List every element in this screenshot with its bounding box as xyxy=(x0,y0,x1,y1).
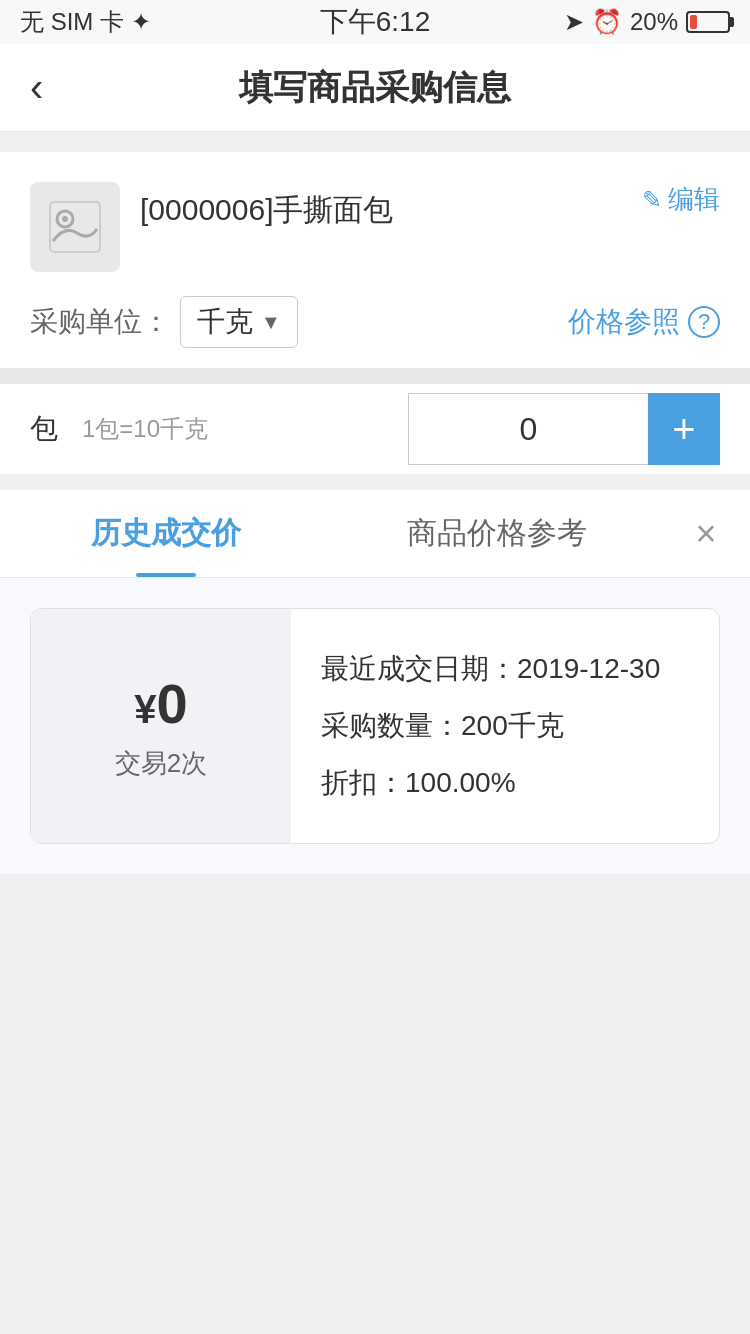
carrier-text: 无 SIM 卡 ✦ xyxy=(20,6,151,38)
unit-value: 千克 xyxy=(197,303,253,341)
tab-product-price-ref-label: 商品价格参考 xyxy=(407,513,587,554)
product-left: [0000006]手撕面包 xyxy=(30,182,393,272)
transaction-right: 最近成交日期：2019-12-30 采购数量：200千克 折扣：100.00% xyxy=(291,609,719,843)
discount-label: 折扣： xyxy=(321,767,405,798)
edit-button[interactable]: ✎ 编辑 xyxy=(642,182,720,217)
panel-tabs: 历史成交价 商品价格参考 × xyxy=(0,490,750,578)
qty-info-value: 200千克 xyxy=(461,710,564,741)
alarm-icon: ⏰ xyxy=(592,8,622,36)
status-bar: 无 SIM 卡 ✦ 下午6:12 ➤ ⏰ 20% xyxy=(0,0,750,44)
transaction-card: ¥0 交易2次 最近成交日期：2019-12-30 采购数量：200千克 折扣：… xyxy=(30,608,720,844)
product-name: [0000006]手撕面包 xyxy=(140,182,393,231)
transaction-count: 交易2次 xyxy=(115,746,207,781)
qty-row-info: 采购数量：200千克 xyxy=(321,706,689,745)
unit-area: 采购单位： 千克 ▼ xyxy=(30,296,298,348)
product-bottom: 采购单位： 千克 ▼ 价格参照 ? xyxy=(30,296,720,348)
tab-product-price-ref[interactable]: 商品价格参考 xyxy=(331,490,662,577)
svg-point-1 xyxy=(62,216,68,222)
quantity-row: 包 1包=10千克 + xyxy=(0,384,750,474)
tab-historical-price[interactable]: 历史成交价 xyxy=(0,490,331,577)
yuan-symbol: ¥ xyxy=(134,687,156,731)
unit-label: 采购单位： xyxy=(30,303,170,341)
svg-rect-2 xyxy=(50,202,100,252)
discount-row: 折扣：100.00% xyxy=(321,763,689,802)
product-card: [0000006]手撕面包 ✎ 编辑 采购单位： 千克 ▼ 价格参照 ? xyxy=(0,152,750,368)
help-icon: ? xyxy=(688,306,720,338)
quantity-input-wrap: + xyxy=(228,393,720,465)
section-divider xyxy=(0,368,750,384)
status-right: ➤ ⏰ 20% xyxy=(564,8,730,36)
back-button[interactable]: ‹ xyxy=(30,65,63,110)
quantity-conversion: 1包=10千克 xyxy=(82,413,208,445)
battery-text: 20% xyxy=(630,8,678,36)
unit-arrow-icon: ▼ xyxy=(261,311,281,334)
edit-icon: ✎ xyxy=(642,186,662,214)
recent-date-row: 最近成交日期：2019-12-30 xyxy=(321,649,689,688)
battery-icon xyxy=(686,11,730,33)
location-icon: ➤ xyxy=(564,8,584,36)
transaction-price: ¥0 xyxy=(134,671,187,736)
panel-close-button[interactable]: × xyxy=(662,490,750,577)
quantity-input[interactable] xyxy=(408,393,648,465)
price-value: 0 xyxy=(157,672,188,735)
price-reference-button[interactable]: 价格参照 ? xyxy=(568,303,720,341)
recent-date-value: 2019-12-30 xyxy=(517,653,660,684)
status-time: 下午6:12 xyxy=(320,3,431,41)
product-thumbnail xyxy=(30,182,120,272)
price-ref-label: 价格参照 xyxy=(568,303,680,341)
product-top: [0000006]手撕面包 ✎ 编辑 xyxy=(30,182,720,272)
edit-label: 编辑 xyxy=(668,182,720,217)
page-title: 填写商品采购信息 xyxy=(239,65,511,111)
discount-value: 100.00% xyxy=(405,767,516,798)
price-panel: 历史成交价 商品价格参考 × ¥0 交易2次 最近成交日期：2019-12-30… xyxy=(0,490,750,874)
panel-content: ¥0 交易2次 最近成交日期：2019-12-30 采购数量：200千克 折扣：… xyxy=(0,578,750,874)
unit-select[interactable]: 千克 ▼ xyxy=(180,296,298,348)
quantity-unit-label: 包 xyxy=(30,410,58,448)
status-left: 无 SIM 卡 ✦ xyxy=(20,6,151,38)
qty-info-label: 采购数量： xyxy=(321,710,461,741)
product-thumb-icon xyxy=(45,197,105,257)
quantity-plus-button[interactable]: + xyxy=(648,393,720,465)
tab-historical-price-label: 历史成交价 xyxy=(91,513,241,554)
transaction-left: ¥0 交易2次 xyxy=(31,609,291,843)
header: ‹ 填写商品采购信息 xyxy=(0,44,750,132)
recent-date-label: 最近成交日期： xyxy=(321,653,517,684)
tab-active-indicator xyxy=(136,573,196,577)
